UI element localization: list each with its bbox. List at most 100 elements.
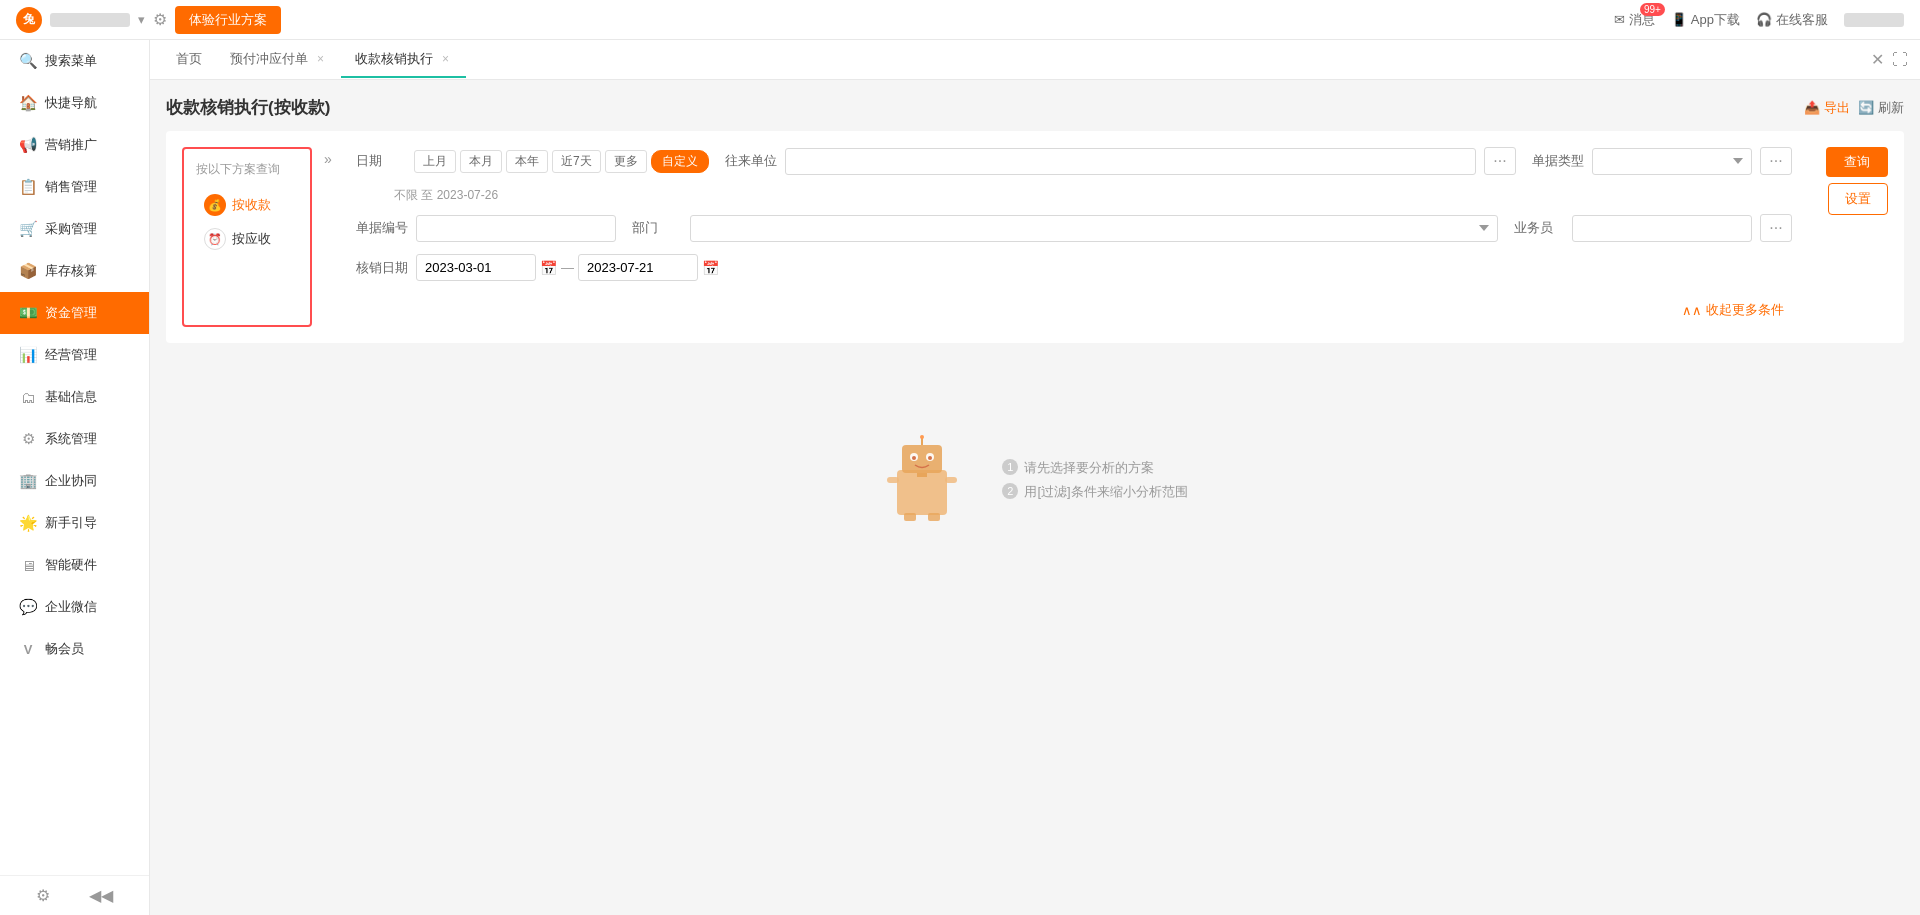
tab-expand-icon[interactable]: ⛶ <box>1892 51 1908 69</box>
filter-row-2: 单据编号 部门 业务员 <box>356 214 1792 242</box>
date-btn-7days[interactable]: 近7天 <box>552 150 601 173</box>
filter-form: 日期 上月 本月 本年 近7天 更多 自定义 <box>356 147 1888 327</box>
tab-bar: 首页 预付冲应付单 × 收款核销执行 × ✕ ⛶ <box>150 40 1920 80</box>
bill-no-group: 单据编号 <box>356 215 616 242</box>
sidebar-item-marketing[interactable]: 📢 营销推广 <box>0 124 149 166</box>
guide-icon: 🌟 <box>19 514 37 532</box>
collapse-up-icon: ∧∧ <box>1682 303 1702 318</box>
svg-rect-6 <box>917 473 927 477</box>
sidebar-settings-icon[interactable]: ⚙ <box>36 886 50 905</box>
writeoff-start-date[interactable] <box>416 254 536 281</box>
sidebar-item-sales[interactable]: 📋 销售管理 <box>0 166 149 208</box>
collapse-more-btn[interactable]: ∧∧ 收起更多条件 <box>356 293 1792 327</box>
tab-prepaid-writeoff[interactable]: 预付冲应付单 × <box>216 42 341 78</box>
empty-illustration <box>882 435 962 525</box>
sidebar-item-search[interactable]: 🔍 搜索菜单 <box>0 40 149 82</box>
department-label: 部门 <box>632 219 682 237</box>
writeoff-date-label: 核销日期 <box>356 259 408 277</box>
salesperson-group: 业务员 ··· <box>1514 214 1792 242</box>
content-area: 首页 预付冲应付单 × 收款核销执行 × ✕ ⛶ 收款核销执行(按收款) <box>150 40 1920 915</box>
writeoff-date-group: 核销日期 📅 — 📅 <box>356 254 719 281</box>
wechat-icon: 💬 <box>19 598 37 616</box>
filter-panel: 按以下方案查询 💰 按收款 ⏰ 按应收 » <box>166 131 1904 343</box>
svg-point-5 <box>928 456 932 460</box>
svg-rect-11 <box>904 513 916 521</box>
user-info-blurred <box>1844 13 1904 27</box>
sidebar-item-inventory[interactable]: 📦 库存核算 <box>0 250 149 292</box>
salesperson-label: 业务员 <box>1514 219 1564 237</box>
messages-badge: 99+ <box>1640 3 1665 16</box>
sidebar-item-guide[interactable]: 🌟 新手引导 <box>0 502 149 544</box>
sidebar-item-finance[interactable]: 💵 资金管理 <box>0 292 149 334</box>
counterpart-ellipsis[interactable]: ··· <box>1484 147 1516 175</box>
date-label: 日期 <box>356 152 406 170</box>
filter-row-1: 日期 上月 本月 本年 近7天 更多 自定义 <box>356 147 1792 175</box>
app-download-button[interactable]: 📱 App下载 <box>1671 11 1740 29</box>
export-button[interactable]: 📤 导出 <box>1804 99 1850 117</box>
sidebar-item-enterprise[interactable]: 🏢 企业协同 <box>0 460 149 502</box>
vip-icon: V <box>19 642 37 657</box>
dropdown-arrow-icon[interactable]: ▾ <box>138 12 145 27</box>
date-btn-more[interactable]: 更多 <box>605 150 647 173</box>
bill-type-select[interactable] <box>1592 148 1752 175</box>
sidebar-item-basic[interactable]: 🗂 基础信息 <box>0 376 149 418</box>
date-btn-this-month[interactable]: 本月 <box>460 150 502 173</box>
tab-home[interactable]: 首页 <box>162 42 216 78</box>
query-actions: 查询 设置 <box>1808 147 1888 327</box>
sidebar-item-quick-nav[interactable]: 🏠 快捷导航 <box>0 82 149 124</box>
empty-svg <box>882 435 962 525</box>
filter-sidebar-title: 按以下方案查询 <box>196 161 298 178</box>
solution-button[interactable]: 体验行业方案 <box>175 6 281 34</box>
brand-name-blurred <box>50 13 130 27</box>
query-button[interactable]: 查询 <box>1826 147 1888 177</box>
sidebar-item-hardware[interactable]: 🖥 智能硬件 <box>0 544 149 586</box>
filter-by-receivable[interactable]: ⏰ 按应收 <box>196 222 298 256</box>
sidebar-bottom: ⚙ ◀◀ <box>0 875 149 915</box>
salesperson-input[interactable] <box>1572 215 1752 242</box>
svg-rect-12 <box>928 513 940 521</box>
tab-close-receipt[interactable]: × <box>439 51 452 67</box>
date-btn-custom[interactable]: 自定义 <box>651 150 709 173</box>
app-icon: 📱 <box>1671 12 1687 27</box>
brand: 兔 <box>16 7 42 33</box>
writeoff-end-date[interactable] <box>578 254 698 281</box>
date-nolimit: 不限 至 2023-07-26 <box>394 187 1792 204</box>
tab-receipt-writeoff[interactable]: 收款核销执行 × <box>341 42 466 78</box>
messages-button[interactable]: ✉ 消息 99+ <box>1614 11 1655 29</box>
sidebar-item-vip[interactable]: V 畅会员 <box>0 628 149 670</box>
date-btn-last-month[interactable]: 上月 <box>414 150 456 173</box>
sidebar-collapse-btn[interactable]: » <box>324 147 344 327</box>
online-service-button[interactable]: 🎧 在线客服 <box>1756 11 1828 29</box>
filter-by-receipt[interactable]: 💰 按收款 <box>196 188 298 222</box>
sidebar-item-purchase[interactable]: 🛒 采购管理 <box>0 208 149 250</box>
writeoff-start-calendar-icon[interactable]: 📅 <box>540 260 557 276</box>
refresh-icon: 🔄 <box>1858 100 1874 115</box>
counterpart-input[interactable] <box>785 148 1476 175</box>
bill-type-ellipsis[interactable]: ··· <box>1760 147 1792 175</box>
bill-no-input[interactable] <box>416 215 616 242</box>
date-quick-buttons: 上月 本月 本年 近7天 更多 自定义 <box>414 150 709 173</box>
filter-row-3: 核销日期 📅 — 📅 <box>356 254 1792 281</box>
service-icon: 🎧 <box>1756 12 1772 27</box>
sidebar-collapse-icon[interactable]: ◀◀ <box>89 886 113 905</box>
marketing-icon: 📢 <box>19 136 37 154</box>
date-btn-this-year[interactable]: 本年 <box>506 150 548 173</box>
empty-state: 1 请先选择要分析的方案 2 用[过滤]条件来缩小分析范围 <box>166 355 1904 605</box>
sidebar-item-system[interactable]: ⚙ 系统管理 <box>0 418 149 460</box>
receipt-icon: 💰 <box>204 194 226 216</box>
tab-close-all-icon[interactable]: ✕ <box>1871 50 1884 69</box>
search-icon: 🔍 <box>19 52 37 70</box>
department-select[interactable] <box>690 215 1498 242</box>
main-layout: 🔍 搜索菜单 🏠 快捷导航 📢 营销推广 📋 销售管理 🛒 采购管理 📦 库存核… <box>0 40 1920 915</box>
salesperson-ellipsis[interactable]: ··· <box>1760 214 1792 242</box>
settings-button[interactable]: 设置 <box>1828 183 1888 215</box>
sidebar-item-wechat[interactable]: 💬 企业微信 <box>0 586 149 628</box>
sidebar-item-business[interactable]: 📊 经营管理 <box>0 334 149 376</box>
tip-num-1: 1 <box>1002 459 1018 475</box>
tab-close-prepaid[interactable]: × <box>314 51 327 67</box>
refresh-button[interactable]: 🔄 刷新 <box>1858 99 1904 117</box>
message-icon: ✉ <box>1614 12 1625 27</box>
writeoff-end-calendar-icon[interactable]: 📅 <box>702 260 719 276</box>
settings-icon[interactable]: ⚙ <box>153 10 167 29</box>
filter-sidebar: 按以下方案查询 💰 按收款 ⏰ 按应收 <box>182 147 312 327</box>
